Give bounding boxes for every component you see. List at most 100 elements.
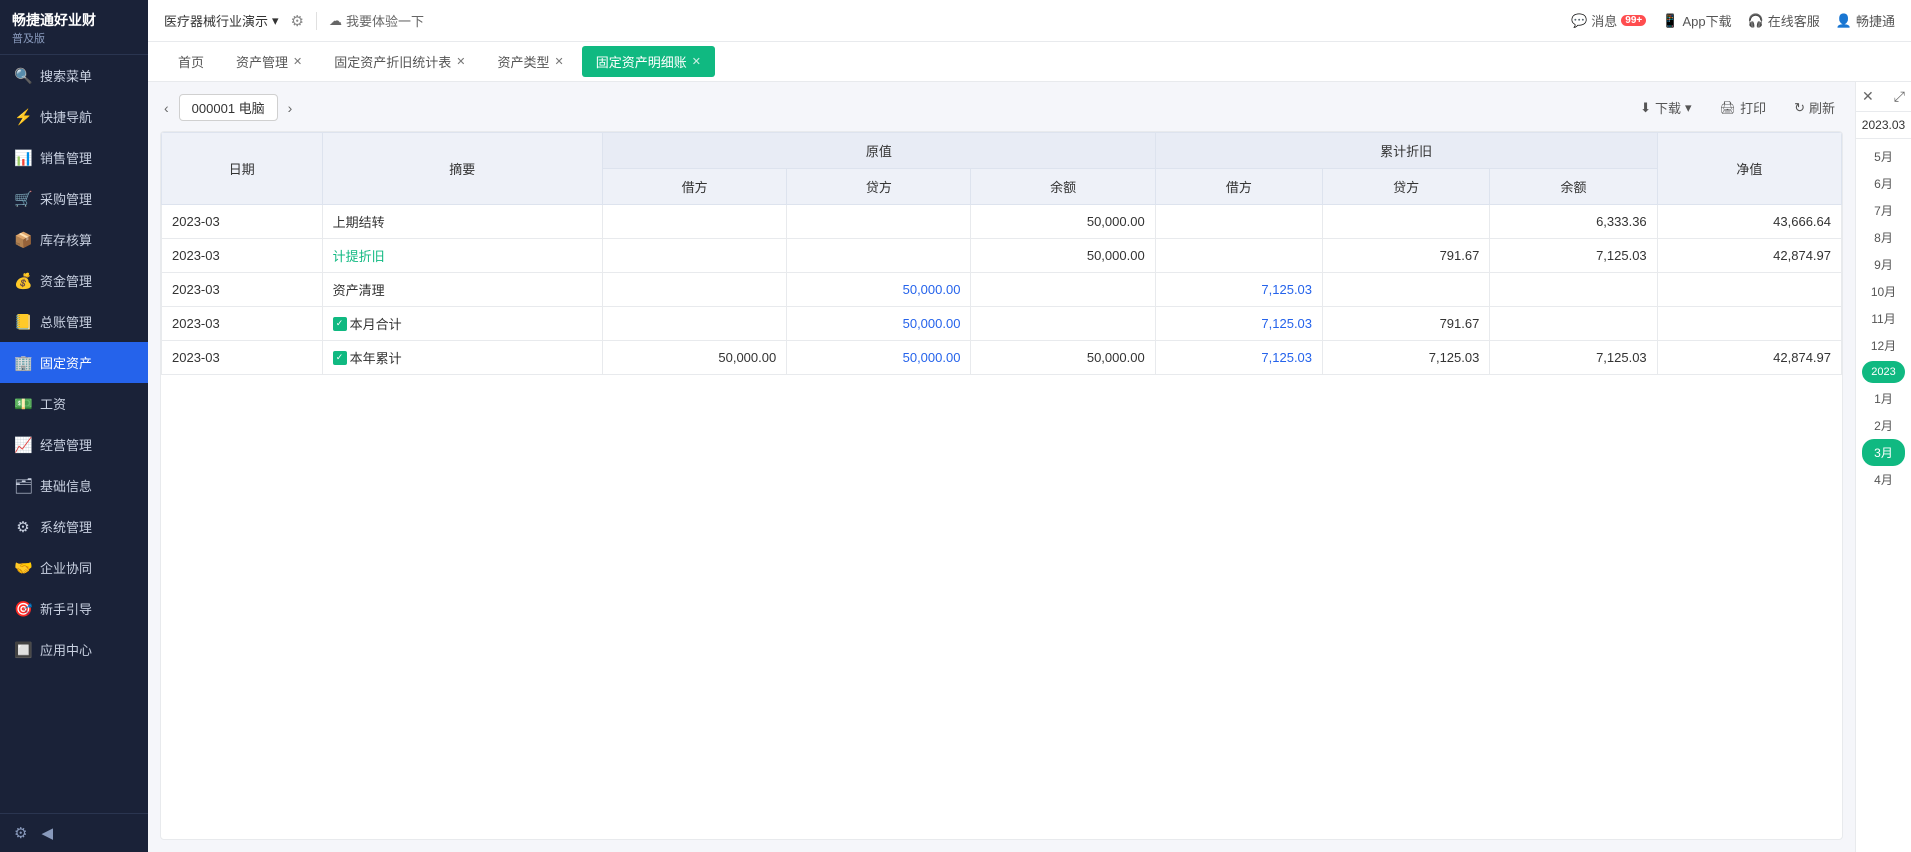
- th-yuanzhi: 原值: [602, 133, 1155, 169]
- print-btn[interactable]: 🖨 打印: [1712, 94, 1775, 121]
- sidebar-icon-purchase: 🛒: [14, 190, 32, 208]
- table-row: 2023-03 上期结转 50,000.00 6,333.36 43,666.6…: [162, 205, 1842, 239]
- tab-asset-type[interactable]: 资产类型✕: [483, 46, 577, 77]
- print-icon: 🖨: [1720, 100, 1737, 116]
- sidebar-item-ledger[interactable]: 📒总账管理: [0, 301, 148, 342]
- tab-close-asset-type[interactable]: ✕: [555, 55, 564, 68]
- tab-label-depreciation-stats: 固定资产折旧统计表: [334, 52, 451, 71]
- row-summary-text: 资产清理: [333, 283, 385, 298]
- sidebar-icon-search: 🔍: [14, 67, 32, 85]
- th-date: 日期: [162, 133, 323, 205]
- cell-yuanzhi-debit: [602, 307, 786, 341]
- sidebar-icon-finance: 💰: [14, 272, 32, 290]
- sidebar-label-fixed-assets: 固定资产: [40, 353, 92, 372]
- cell-yuanzhi-balance: [971, 273, 1155, 307]
- user-avatar-icon: 👤: [1836, 13, 1852, 29]
- sidebar-item-app-center[interactable]: 🔲应用中心: [0, 629, 148, 670]
- timeline-month-item[interactable]: 12月: [1856, 332, 1911, 359]
- sidebar-item-payroll[interactable]: 💵工资: [0, 383, 148, 424]
- timeline-month-item[interactable]: 5月: [1856, 143, 1911, 170]
- timeline-month-item[interactable]: 11月: [1856, 305, 1911, 332]
- company-selector[interactable]: 医疗器械行业演示 ▾: [164, 11, 279, 30]
- sidebar-icon-operations: 📈: [14, 436, 32, 454]
- download-btn[interactable]: ⬇ 下载 ▾: [1632, 94, 1699, 121]
- sidebar-label-ledger: 总账管理: [40, 312, 92, 331]
- th-leiji: 累计折旧: [1155, 133, 1657, 169]
- tab-close-asset-detail[interactable]: ✕: [692, 55, 701, 68]
- table-row: 2023-03 计提折旧 50,000.00 791.67 7,125.03 4…: [162, 239, 1842, 273]
- sidebar: 畅捷通好业财 普及版 🔍搜索菜单⚡快捷导航📊销售管理🛒采购管理📦库存核算💰资金管…: [0, 0, 148, 852]
- sidebar-item-operations[interactable]: 📈经营管理: [0, 424, 148, 465]
- prev-asset-btn[interactable]: ‹: [160, 98, 173, 118]
- timeline-month-item[interactable]: 1月: [1856, 385, 1911, 412]
- tab-asset-detail[interactable]: 固定资产明细账 ✕: [582, 46, 715, 77]
- app-download-btn[interactable]: 📱 App下载: [1662, 11, 1731, 30]
- sidebar-item-system[interactable]: ⚙系统管理: [0, 506, 148, 547]
- refresh-btn[interactable]: ↻ 刷新: [1786, 94, 1843, 121]
- sidebar-bottom: ⚙ ◀: [0, 813, 148, 852]
- print-label: 打印: [1740, 98, 1766, 117]
- cell-yuanzhi-balance: 50,000.00: [971, 205, 1155, 239]
- customer-service-btn[interactable]: 🎧 在线客服: [1748, 11, 1820, 30]
- close-icon[interactable]: ✕: [1862, 88, 1874, 105]
- timeline-month-item[interactable]: 4月: [1856, 466, 1911, 493]
- cloud-icon: ☁: [329, 13, 342, 29]
- timeline-active-month[interactable]: 3月: [1862, 439, 1905, 466]
- sidebar-item-quick-nav[interactable]: ⚡快捷导航: [0, 96, 148, 137]
- logo-sub: 普及版: [12, 30, 136, 46]
- sidebar-item-base-info[interactable]: 🗂基础信息: [0, 465, 148, 506]
- tab-close-depreciation-stats[interactable]: ✕: [456, 55, 465, 68]
- tab-home[interactable]: 首页: [164, 46, 218, 77]
- sidebar-item-sales[interactable]: 📊销售管理: [0, 137, 148, 178]
- settings-icon[interactable]: ⚙: [14, 824, 27, 842]
- sidebar-menu: 🔍搜索菜单⚡快捷导航📊销售管理🛒采购管理📦库存核算💰资金管理📒总账管理 🏢 固定资产…: [0, 55, 148, 813]
- cell-date: 2023-03: [162, 273, 323, 307]
- timeline-month-item[interactable]: 10月: [1856, 278, 1911, 305]
- mobile-icon: 📱: [1662, 13, 1678, 29]
- sidebar-item-purchase[interactable]: 🛒采购管理: [0, 178, 148, 219]
- timeline-month-item[interactable]: 9月: [1856, 251, 1911, 278]
- cell-net-value: [1657, 273, 1841, 307]
- cell-net-value: 43,666.64: [1657, 205, 1841, 239]
- timeline-year-badge[interactable]: 2023: [1862, 361, 1905, 383]
- sidebar-item-search[interactable]: 🔍搜索菜单: [0, 55, 148, 96]
- next-asset-btn[interactable]: ›: [284, 98, 297, 118]
- download-arrow-icon: ▾: [1685, 100, 1692, 116]
- cell-summary: 上期结转: [322, 205, 602, 239]
- cell-date: 2023-03: [162, 239, 323, 273]
- cell-yuanzhi-balance: 50,000.00: [971, 341, 1155, 375]
- asset-navigator: ‹ 000001 电脑 ›: [160, 94, 296, 121]
- expand-icon[interactable]: ⤢: [1894, 88, 1905, 105]
- sidebar-icon-fixed-assets: 🏢: [14, 354, 32, 372]
- sidebar-item-finance[interactable]: 💰资金管理: [0, 260, 148, 301]
- trial-btn[interactable]: ☁ 我要体验一下: [329, 11, 424, 30]
- timeline-month-item[interactable]: 2月: [1856, 412, 1911, 439]
- timeline-month-item[interactable]: 6月: [1856, 170, 1911, 197]
- download-icon: ⬇: [1640, 100, 1651, 116]
- cell-yuanzhi-balance: 50,000.00: [971, 239, 1155, 273]
- refresh-label: 刷新: [1809, 98, 1835, 117]
- cell-leiji-credit: [1323, 205, 1490, 239]
- sidebar-item-fixed-assets[interactable]: 🏢 固定资产: [0, 342, 148, 383]
- timeline-month-item[interactable]: 8月: [1856, 224, 1911, 251]
- settings-gear-icon[interactable]: ⚙: [291, 12, 304, 30]
- tab-asset-mgmt[interactable]: 资产管理✕: [222, 46, 316, 77]
- cell-yuanzhi-credit: 50,000.00: [787, 273, 971, 307]
- th-yuanzhi-debit: 借方: [602, 169, 786, 205]
- collapse-icon[interactable]: ◀: [41, 824, 53, 842]
- tabs-bar: 首页资产管理✕固定资产折旧统计表✕资产类型✕固定资产明细账✕: [148, 42, 1911, 82]
- sidebar-item-inventory[interactable]: 📦库存核算: [0, 219, 148, 260]
- sidebar-item-collab[interactable]: 🤝企业协同: [0, 547, 148, 588]
- messages-btn[interactable]: 💬 消息 99+: [1571, 11, 1646, 30]
- tab-label-asset-detail: 固定资产明细账: [596, 52, 687, 71]
- company-dropdown-icon: ▾: [272, 13, 279, 29]
- cell-leiji-debit: 7,125.03: [1155, 273, 1322, 307]
- tab-close-asset-mgmt[interactable]: ✕: [293, 55, 302, 68]
- row-summary-link[interactable]: 计提折旧: [333, 249, 385, 264]
- user-profile-btn[interactable]: 👤 畅捷通: [1836, 11, 1895, 30]
- tab-depreciation-stats[interactable]: 固定资产折旧统计表 ✕: [320, 46, 479, 77]
- timeline-month-item[interactable]: 7月: [1856, 197, 1911, 224]
- sidebar-label-payroll: 工资: [40, 394, 66, 413]
- sidebar-item-guide[interactable]: 🎯新手引导: [0, 588, 148, 629]
- cell-leiji-credit: 791.67: [1323, 239, 1490, 273]
